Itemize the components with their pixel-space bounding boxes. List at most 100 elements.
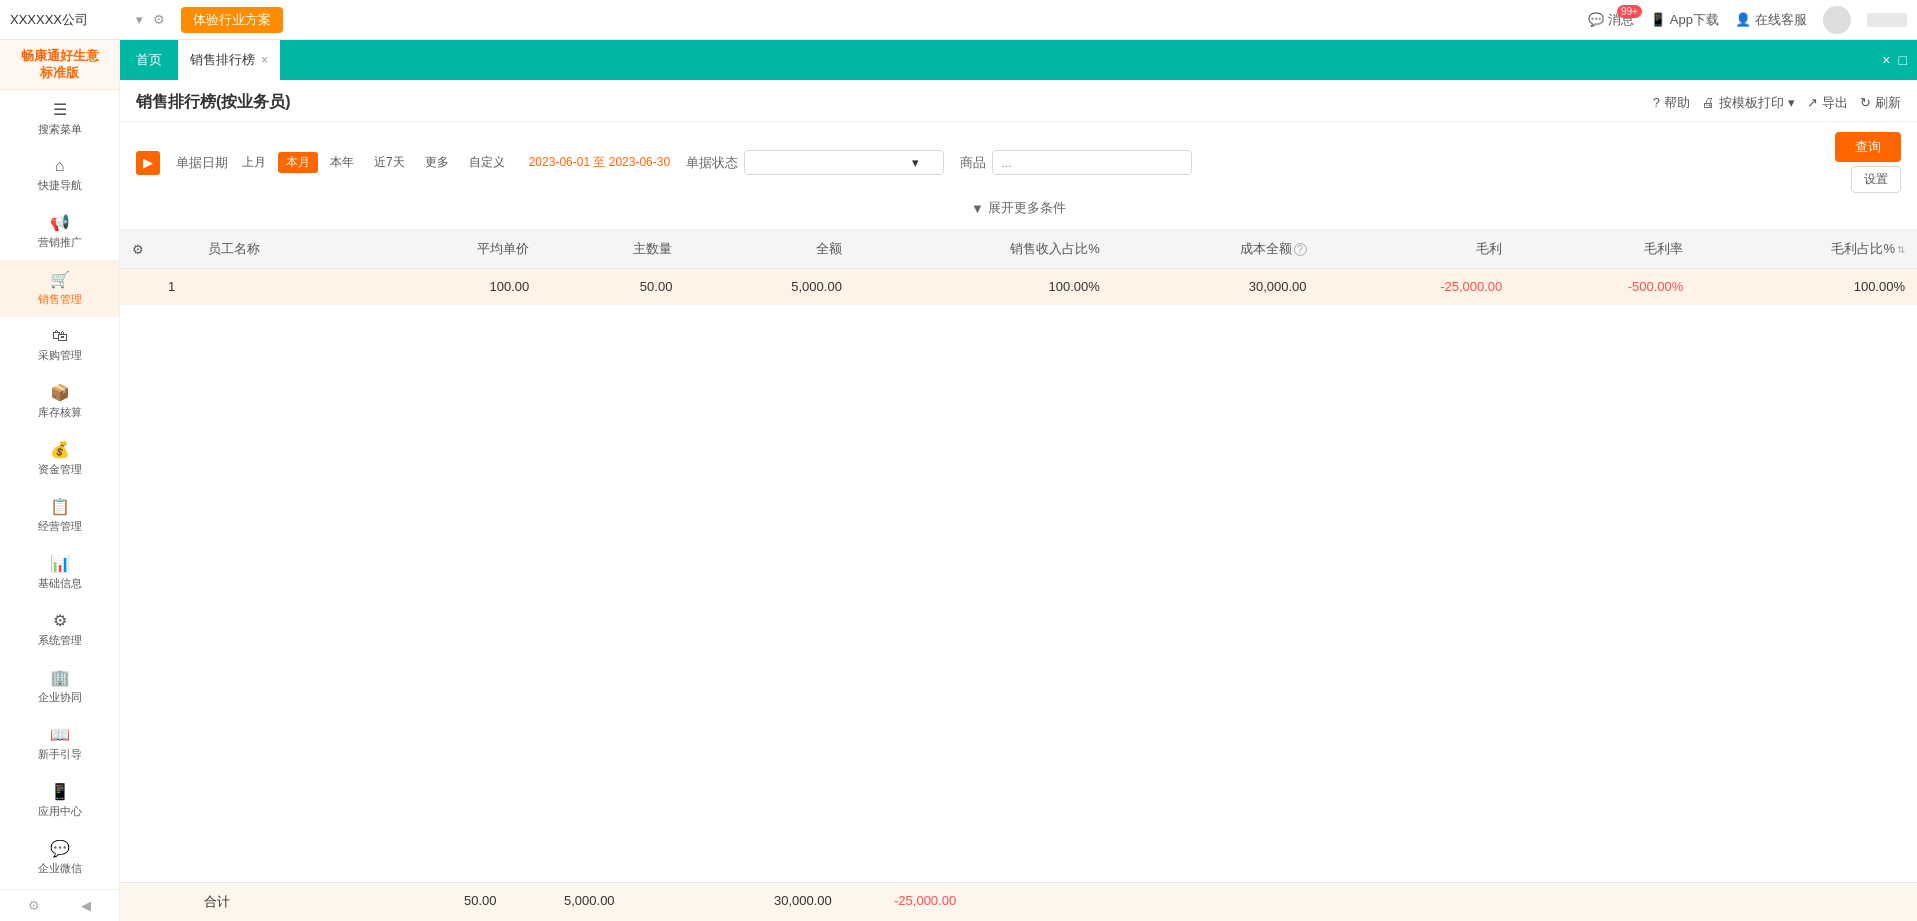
td-profit-pct: 100.00% bbox=[1695, 269, 1917, 305]
table-footer: 合计 50.00 5,000.00 30,000.00 -25,000.00 bbox=[120, 882, 1917, 921]
date-pill-current-month[interactable]: 本月 bbox=[278, 152, 318, 173]
th-rank bbox=[156, 230, 196, 269]
filter-expand-arrow[interactable]: ▶ bbox=[136, 151, 160, 175]
guide-icon: 📖 bbox=[50, 725, 70, 744]
status-filter-group: 单据状态 ▾ bbox=[686, 150, 944, 175]
sidebar-item-finance[interactable]: 💰 资金管理 bbox=[0, 430, 119, 487]
date-pill-custom[interactable]: 自定义 bbox=[461, 152, 513, 173]
th-avg-price: 平均单价 bbox=[369, 230, 542, 269]
refresh-button[interactable]: ↻ 刷新 bbox=[1860, 94, 1901, 112]
purchase-icon: 🛍 bbox=[52, 327, 68, 345]
ranking-table: ⚙ 员工名称 平均单价 主数量 全额 销售收入占比% 成本全额? 毛利 bbox=[120, 230, 1917, 305]
tab-home[interactable]: 首页 bbox=[120, 40, 178, 80]
page-header: 销售排行榜(按业务员) ? 帮助 🖨 按模板打印 ▾ ↗ 导出 bbox=[120, 80, 1917, 122]
gear-col-icon[interactable]: ⚙ bbox=[132, 242, 144, 257]
filter-row-1: ▶ 单据日期 上月 本月 本年 近7天 更多 自定义 2023-06 bbox=[136, 132, 1901, 193]
tab-close-icon[interactable]: × bbox=[261, 53, 268, 67]
expand-more-button[interactable]: ▼ 展开更多条件 bbox=[971, 199, 1066, 217]
td-amount: 5,000.00 bbox=[684, 269, 853, 305]
message-icon: 💬 bbox=[1588, 12, 1604, 27]
date-filter-group: 单据日期 上月 本月 本年 近7天 更多 自定义 bbox=[176, 152, 513, 173]
footer-label bbox=[132, 893, 204, 911]
window-max-icon[interactable]: □ bbox=[1899, 52, 1907, 68]
marketing-icon: 📢 bbox=[50, 213, 70, 232]
avatar[interactable] bbox=[1823, 6, 1851, 34]
sidebar-item-label: 应用中心 bbox=[38, 804, 82, 819]
sidebar-item-label: 企业微信 bbox=[38, 861, 82, 876]
sidebar-item-guide[interactable]: 📖 新手引导 bbox=[0, 715, 119, 772]
td-cost: 30,000.00 bbox=[1112, 269, 1319, 305]
goods-select[interactable]: ... bbox=[992, 150, 1192, 175]
sidebar-item-shortcut[interactable]: ⌂ 快捷导航 bbox=[0, 147, 119, 203]
window-close-icon[interactable]: × bbox=[1882, 52, 1890, 68]
cost-info-icon[interactable]: ? bbox=[1294, 243, 1307, 256]
top-bar-left: XXXXXX公司 ▾ ⚙ 体验行业方案 bbox=[10, 7, 283, 33]
sidebar-item-apps[interactable]: 📱 应用中心 bbox=[0, 772, 119, 829]
table-container: ⚙ 员工名称 平均单价 主数量 全额 销售收入占比% 成本全额? 毛利 bbox=[120, 230, 1917, 882]
td-name bbox=[196, 269, 369, 305]
content-area: 首页 销售排行榜 × × □ 销售排行榜(按业务员) ? 帮助 bbox=[120, 40, 1917, 921]
date-pill-more[interactable]: 更多 bbox=[417, 152, 457, 173]
status-select[interactable]: ▾ bbox=[744, 150, 944, 175]
sidebar-item-basic[interactable]: 📊 基础信息 bbox=[0, 544, 119, 601]
date-pill-prev-month[interactable]: 上月 bbox=[234, 152, 274, 173]
sidebar-item-marketing[interactable]: 📢 营销推广 bbox=[0, 203, 119, 260]
help-icon: ? bbox=[1653, 95, 1660, 110]
enterprise-icon: 🏢 bbox=[50, 668, 70, 687]
profit-pct-sort-icon[interactable]: ⇅ bbox=[1897, 244, 1905, 255]
date-filter-label: 单据日期 bbox=[176, 154, 228, 172]
export-icon: ↗ bbox=[1807, 95, 1818, 110]
sidebar-item-label: 经营管理 bbox=[38, 519, 82, 534]
date-pill-year[interactable]: 本年 bbox=[322, 152, 362, 173]
goods-filter-label: 商品 bbox=[960, 154, 986, 172]
sidebar-item-label: 营销推广 bbox=[38, 235, 82, 250]
service-group[interactable]: 👤 在线客服 bbox=[1735, 11, 1807, 29]
print-button[interactable]: 🖨 按模板打印 ▾ bbox=[1702, 94, 1795, 112]
sidebar-settings-icon[interactable]: ⚙ bbox=[28, 898, 40, 913]
sidebar-collapse-icon[interactable]: ◀ bbox=[81, 898, 91, 913]
footer-name bbox=[284, 893, 364, 911]
query-button[interactable]: 查询 bbox=[1835, 132, 1901, 162]
page-content: 销售排行榜(按业务员) ? 帮助 🖨 按模板打印 ▾ ↗ 导出 bbox=[120, 80, 1917, 921]
sidebar-item-enterprise[interactable]: 🏢 企业协同 bbox=[0, 658, 119, 715]
status-filter-label: 单据状态 bbox=[686, 154, 738, 172]
th-quantity: 主数量 bbox=[541, 230, 684, 269]
goods-select-value: ... bbox=[1001, 155, 1012, 170]
operations-icon: 📋 bbox=[50, 497, 70, 516]
tab-bar: 首页 销售排行榜 × × □ bbox=[120, 40, 1917, 80]
td-profit-rate: -500.00% bbox=[1514, 269, 1695, 305]
page-title: 销售排行榜(按业务员) bbox=[136, 92, 291, 113]
sidebar-item-purchase[interactable]: 🛍 采购管理 bbox=[0, 317, 119, 373]
message-group[interactable]: 💬 消息 99+ bbox=[1588, 11, 1634, 29]
th-profit-rate: 毛利率 bbox=[1514, 230, 1695, 269]
tab-sales-ranking[interactable]: 销售排行榜 × bbox=[178, 40, 280, 80]
app-label: App下载 bbox=[1670, 11, 1719, 29]
date-range-display: 2023-06-01 至 2023-06-30 bbox=[529, 154, 670, 171]
status-select-icon: ▾ bbox=[912, 155, 919, 170]
expand-more-row: ▼ 展开更多条件 bbox=[136, 193, 1901, 219]
app-download-group[interactable]: 📱 App下载 bbox=[1650, 11, 1719, 29]
export-button[interactable]: ↗ 导出 bbox=[1807, 94, 1848, 112]
logo-text: 畅康通好生意 标准版 bbox=[21, 48, 99, 82]
td-sales-pct: 100.00% bbox=[854, 269, 1112, 305]
sidebar-item-wechat[interactable]: 💬 企业微信 bbox=[0, 829, 119, 886]
help-button[interactable]: ? 帮助 bbox=[1653, 94, 1690, 112]
sidebar-item-label: 快捷导航 bbox=[38, 178, 82, 193]
sidebar-item-operations[interactable]: 📋 经营管理 bbox=[0, 487, 119, 544]
sidebar-item-sales[interactable]: 🛒 销售管理 bbox=[0, 260, 119, 317]
sidebar-item-system[interactable]: ⚙ 系统管理 bbox=[0, 601, 119, 658]
settings-top-icon[interactable]: ⚙ bbox=[153, 12, 165, 27]
sidebar-item-label: 系统管理 bbox=[38, 633, 82, 648]
top-bar: XXXXXX公司 ▾ ⚙ 体验行业方案 💬 消息 99+ 📱 App下载 👤 在… bbox=[0, 0, 1917, 40]
date-pill-7days[interactable]: 近7天 bbox=[366, 152, 413, 173]
sidebar-item-search[interactable]: ☰ 搜索菜单 bbox=[0, 90, 119, 147]
company-dropdown-icon[interactable]: ▾ bbox=[136, 12, 143, 27]
trial-button[interactable]: 体验行业方案 bbox=[181, 7, 283, 33]
tab-label: 销售排行榜 bbox=[190, 51, 255, 69]
footer-amount: 5,000.00 bbox=[564, 893, 664, 911]
footer-total-label: 合计 bbox=[204, 893, 284, 911]
settings-button[interactable]: 设置 bbox=[1851, 166, 1901, 193]
sidebar-item-inventory[interactable]: 📦 库存核算 bbox=[0, 373, 119, 430]
app-icon: 📱 bbox=[1650, 12, 1666, 27]
th-profit-pct: 毛利占比%⇅ bbox=[1695, 230, 1917, 269]
